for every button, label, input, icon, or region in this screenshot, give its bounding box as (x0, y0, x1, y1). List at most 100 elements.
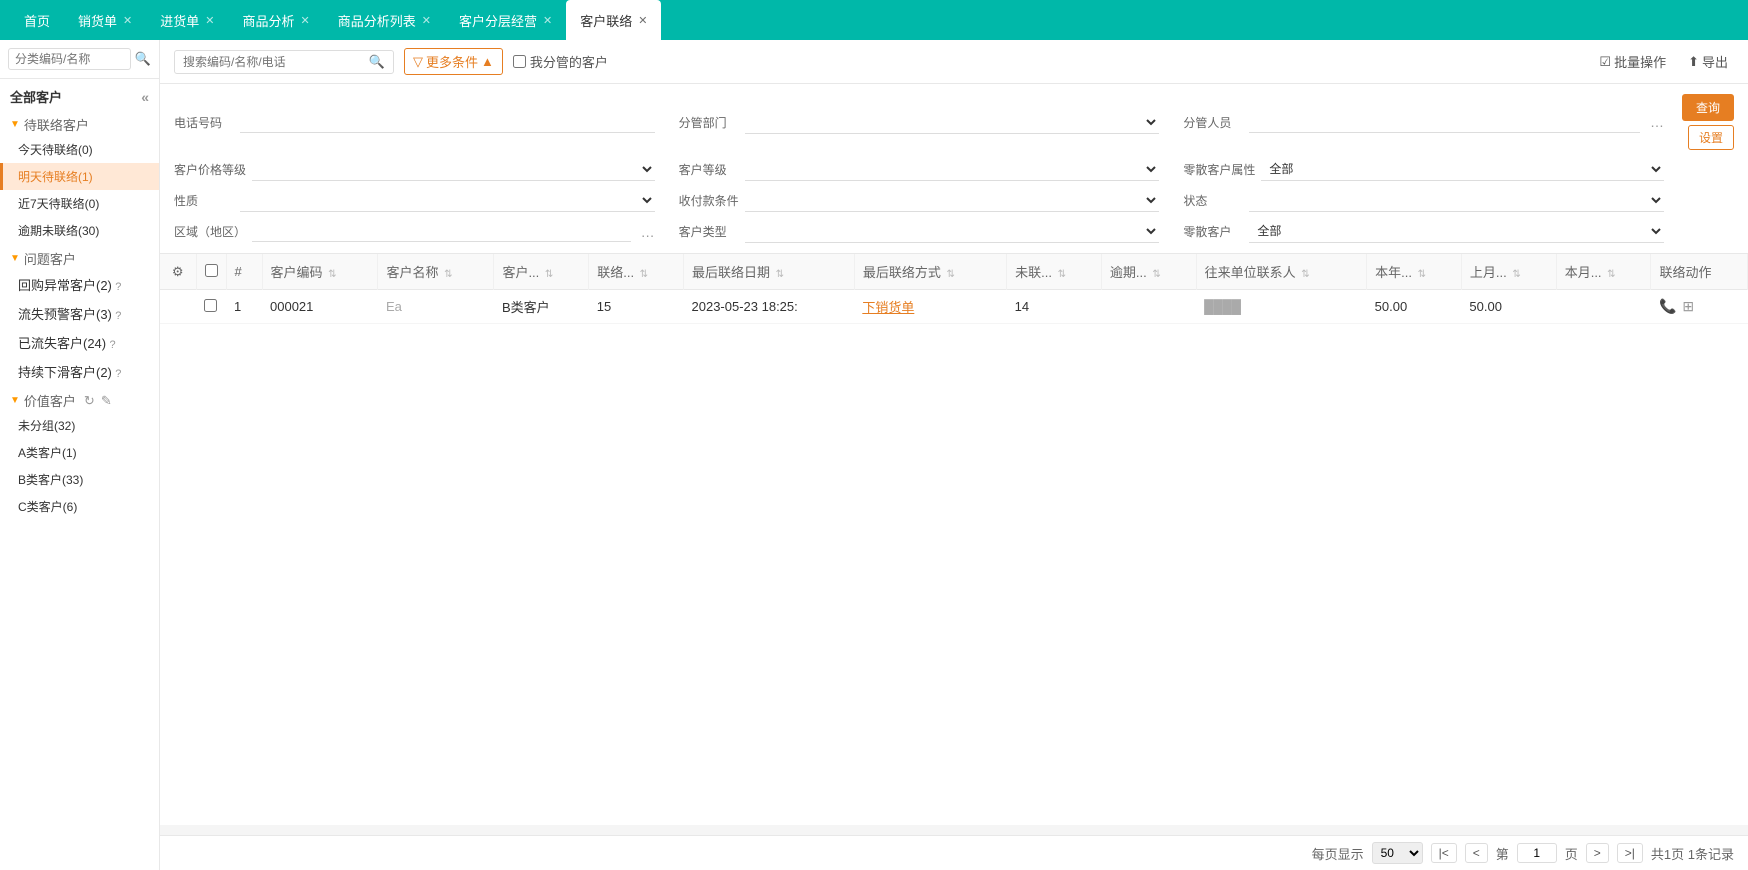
grid-icon[interactable]: ⊞ (1682, 298, 1694, 315)
retail-select[interactable]: 全部 (1249, 220, 1664, 243)
my-customers-checkbox[interactable] (513, 55, 526, 68)
sidebar-item-ungrouped[interactable]: 未分组(32) (0, 412, 159, 439)
sort-icon: ⇅ (1301, 269, 1309, 280)
filter-dept: 分管部门 (679, 111, 1160, 134)
my-customers-checkbox-wrap[interactable]: 我分管的客户 (513, 52, 608, 71)
nav-home[interactable]: 首页 (10, 0, 64, 40)
row-num: 1 (226, 290, 262, 324)
nav-customer-layer[interactable]: 客户分层经营 ✕ (445, 0, 566, 40)
more-dots-icon[interactable]: … (1650, 114, 1664, 130)
row-name[interactable]: Ea (378, 290, 494, 324)
more-filter-button[interactable]: ▽ 更多条件 ▲ (404, 48, 503, 75)
total-label: 共1页 1条记录 (1651, 844, 1734, 863)
nav-sales[interactable]: 销货单 ✕ (64, 0, 146, 40)
sort-icon: ⇅ (1607, 269, 1615, 280)
region-dots-icon[interactable]: … (641, 224, 655, 240)
sidebar-item-7days[interactable]: 近7天待联络(0) (0, 190, 159, 217)
gear-column-header[interactable]: ⚙ (160, 254, 196, 290)
contact-column-header[interactable]: 联络... ⇅ (589, 254, 684, 290)
pagination: 每页显示 10 20 50 100 |< < 第 页 > >| 共1页 1条记录 (160, 835, 1748, 870)
sidebar-item-overdue[interactable]: 逾期未联络(30) (0, 217, 159, 244)
sidebar-item-today[interactable]: 今天待联络(0) (0, 136, 159, 163)
edit-icon[interactable]: ✎ (101, 393, 112, 409)
chevron-up-icon: ▲ (481, 54, 494, 69)
last-method-column-header[interactable]: 最后联络方式 ⇅ (854, 254, 1006, 290)
sidebar-search-icon[interactable]: 🔍 (135, 51, 151, 67)
last-page-button[interactable]: >| (1617, 843, 1643, 863)
page-number-input[interactable] (1517, 843, 1557, 863)
phone-input[interactable] (240, 112, 655, 133)
filter-person: 分管人员 … (1183, 112, 1664, 133)
type-column-header[interactable]: 客户... ⇅ (494, 254, 589, 290)
sidebar-item-repurchase[interactable]: 回购异常客户(2) ? (0, 270, 159, 299)
all-customers-header[interactable]: 全部客户 « (0, 79, 159, 110)
sidebar-search-input[interactable] (8, 48, 131, 70)
collapse-icon[interactable]: « (141, 89, 149, 105)
customer-type-select[interactable] (745, 220, 1160, 243)
sidebar-item-tomorrow[interactable]: 明天待联络(1) (0, 163, 159, 190)
batch-op-button[interactable]: ☑ 批量操作 (1593, 49, 1672, 74)
close-icon[interactable]: ✕ (301, 14, 310, 27)
close-icon[interactable]: ✕ (638, 14, 647, 27)
sidebar-item-declining[interactable]: 持续下滑客户(2) ? (0, 357, 159, 386)
prev-page-button[interactable]: < (1465, 843, 1488, 863)
sidebar-item-churn-warn[interactable]: 流失预警客户(3) ? (0, 299, 159, 328)
sidebar-item-class-a[interactable]: A类客户(1) (0, 439, 159, 466)
content-area: 🔍 ▽ 更多条件 ▲ 我分管的客户 ☑ 批量操作 ⬆ 导出 (160, 40, 1748, 870)
dept-select[interactable] (745, 111, 1160, 134)
last-date-column-header[interactable]: 最后联络日期 ⇅ (684, 254, 855, 290)
name-column-header[interactable]: 客户名称 ⇅ (378, 254, 494, 290)
sort-icon: ⇅ (328, 269, 336, 280)
this-year-column-header[interactable]: 本年... ⇅ (1367, 254, 1462, 290)
customer-level-select[interactable] (745, 158, 1160, 181)
retail-attr-select[interactable]: 全部 (1261, 158, 1664, 181)
search-icon[interactable]: 🔍 (369, 54, 385, 70)
overdue-column-header[interactable]: 逾期... ⇅ (1101, 254, 1196, 290)
settings-button[interactable]: 设置 (1688, 125, 1734, 150)
nav-product-analysis-list[interactable]: 商品分析列表 ✕ (324, 0, 445, 40)
sort-icon: ⇅ (946, 269, 954, 280)
per-page-select[interactable]: 10 20 50 100 (1372, 842, 1423, 864)
price-level-select[interactable] (252, 158, 655, 181)
customer-table: ⚙ # 客户编码 ⇅ 客户名称 ⇅ 客户... ⇅ 联络... ⇅ 最后联络日期… (160, 254, 1748, 324)
row-checkbox[interactable] (196, 290, 226, 324)
nature-select[interactable] (240, 189, 655, 212)
sort-icon: ⇅ (545, 269, 553, 280)
sidebar-item-class-b[interactable]: B类客户(33) (0, 466, 159, 493)
refresh-icon[interactable]: ↻ (84, 393, 95, 409)
region-input[interactable] (252, 221, 631, 242)
last-method-link[interactable]: 下销货单 (862, 300, 914, 315)
code-column-header[interactable]: 客户编码 ⇅ (262, 254, 378, 290)
horizontal-scrollbar[interactable] (160, 825, 1748, 835)
close-icon[interactable]: ✕ (422, 14, 431, 27)
nav-customer-contact[interactable]: 客户联络 ✕ (566, 0, 661, 40)
filter-icon: ▽ (413, 54, 423, 70)
row-this-year: 50.00 (1367, 290, 1462, 324)
next-page-button[interactable]: > (1586, 843, 1609, 863)
phone-icon[interactable]: 📞 (1659, 298, 1676, 315)
close-icon[interactable]: ✕ (123, 14, 132, 27)
last-month-column-header[interactable]: 上月... ⇅ (1461, 254, 1556, 290)
checkbox-column-header[interactable] (196, 254, 226, 290)
nav-product-analysis[interactable]: 商品分析 ✕ (228, 0, 323, 40)
table-row: 1 000021 Ea B类客户 15 2023-05-23 18:25: 下销… (160, 290, 1748, 324)
row-select-checkbox[interactable] (204, 299, 217, 312)
sidebar-item-lost[interactable]: 已流失客户(24) ? (0, 328, 159, 357)
query-button[interactable]: 查询 (1682, 94, 1734, 121)
close-icon[interactable]: ✕ (543, 14, 552, 27)
row-gear (160, 290, 196, 324)
nav-purchase[interactable]: 进货单 ✕ (146, 0, 228, 40)
export-button[interactable]: ⬆ 导出 (1682, 49, 1734, 74)
select-all-checkbox[interactable] (205, 264, 218, 277)
no-contact-column-header[interactable]: 未联... ⇅ (1007, 254, 1102, 290)
payment-select[interactable] (745, 189, 1160, 212)
this-month-column-header[interactable]: 本月... ⇅ (1556, 254, 1651, 290)
unit-contact-column-header[interactable]: 往来单位联系人 ⇅ (1196, 254, 1366, 290)
row-last-method[interactable]: 下销货单 (854, 290, 1006, 324)
search-input[interactable] (183, 55, 369, 69)
status-select[interactable] (1249, 189, 1664, 212)
person-input[interactable] (1249, 112, 1640, 133)
first-page-button[interactable]: |< (1431, 843, 1457, 863)
sidebar-item-class-c[interactable]: C类客户(6) (0, 493, 159, 520)
close-icon[interactable]: ✕ (205, 14, 214, 27)
